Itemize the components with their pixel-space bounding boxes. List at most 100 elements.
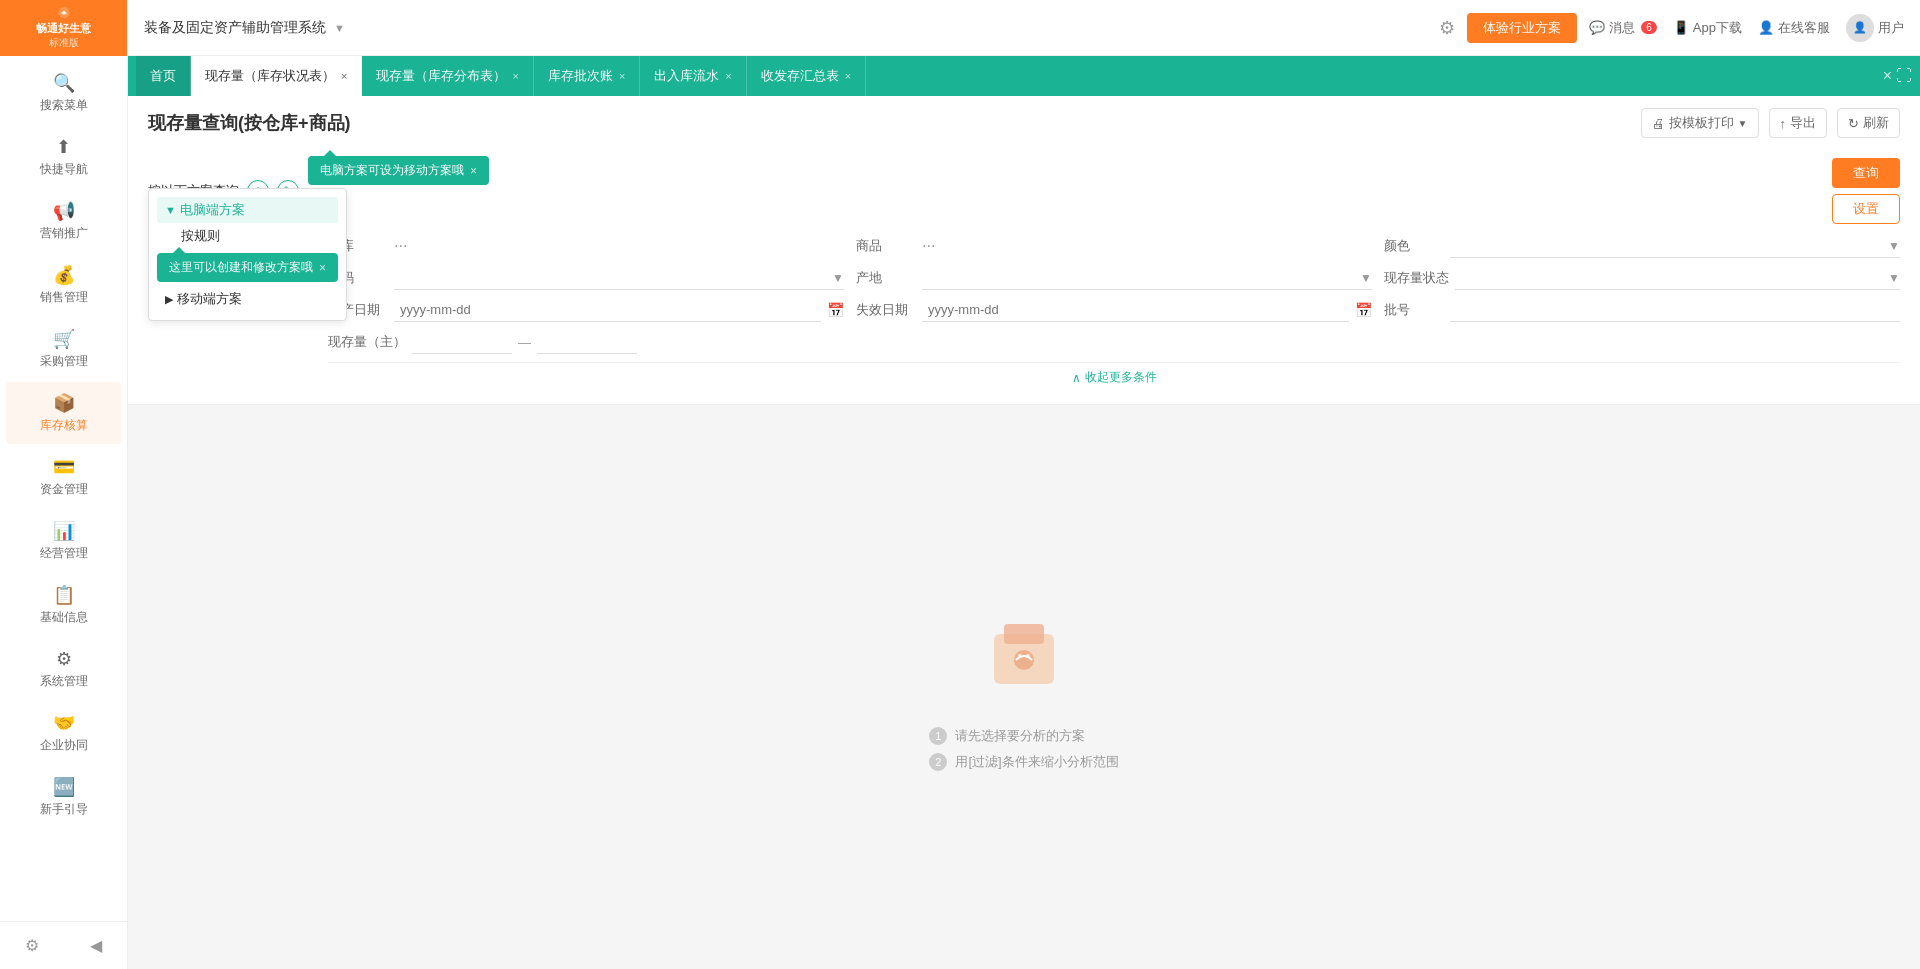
search-menu-icon: 🔍 [53, 72, 75, 94]
sidebar-item-purchase[interactable]: 🛒 采购管理 [6, 318, 121, 380]
sidebar: 畅通好生意 标准版 🔍 搜索菜单 ⬆ 快捷导航 📢 营销推广 💰 销售管理 🛒 … [0, 0, 128, 969]
warehouse-dots[interactable]: ··· [394, 237, 407, 255]
sidebar-item-quick-nav[interactable]: ⬆ 快捷导航 [6, 126, 121, 188]
app-download-item[interactable]: 📱 App下载 [1673, 19, 1742, 37]
tab-close-all-button[interactable]: × [1883, 67, 1892, 85]
sidebar-item-operation[interactable]: 📊 经营管理 [6, 510, 121, 572]
sidebar-item-search-menu[interactable]: 🔍 搜索菜单 [6, 62, 121, 124]
expire-date-start[interactable] [922, 298, 1349, 322]
origin-label: 产地 [856, 269, 916, 287]
print-button[interactable]: 🖨 按模板打印 ▼ [1641, 108, 1759, 138]
expire-date-calendar-icon[interactable]: 📅 [1355, 302, 1372, 318]
user-item[interactable]: 👤 用户 [1846, 14, 1904, 42]
filter-cell-goods: 商品 ··· [856, 237, 1372, 255]
tab-in-out-flow[interactable]: 出入库流水 × [640, 56, 746, 96]
sidebar-item-label: 销售管理 [40, 289, 88, 306]
quantity-range-dash: — [518, 335, 531, 350]
filter-cell-produce-date: 生产日期 📅 [328, 298, 844, 322]
sidebar-bottom: ⚙ ◀ [0, 921, 127, 969]
tab-batch-account-label: 库存批次账 [548, 67, 613, 85]
produce-date-calendar-icon[interactable]: 📅 [827, 302, 844, 318]
tab-batch-account-close[interactable]: × [619, 70, 625, 82]
svg-point-6 [1026, 654, 1030, 658]
tabbar: 首页 现存量（库存状况表） × 现存量（库存分布表） × 库存批次账 × 出入库… [128, 56, 1920, 96]
refresh-button[interactable]: ↻ 刷新 [1837, 108, 1900, 138]
tab-receive-summary-close[interactable]: × [845, 70, 851, 82]
empty-illustration [974, 604, 1074, 707]
tab-in-out-flow-label: 出入库流水 [654, 67, 719, 85]
scheme-desktop-sub-item[interactable]: 按规则 [173, 223, 338, 249]
tab-inventory-status-close[interactable]: × [341, 70, 347, 82]
tab-fullscreen-button[interactable]: ⛶ [1896, 67, 1912, 85]
size-input[interactable] [394, 266, 844, 290]
sidebar-item-sales[interactable]: 💰 销售管理 [6, 254, 121, 316]
filter-cell-origin: 产地 ▼ [856, 266, 1372, 290]
inventory-icon: 📦 [53, 392, 75, 414]
logo-icon [48, 6, 80, 19]
empty-tip-2: 2 用[过滤]条件来缩小分析范围 [929, 753, 1118, 771]
collapse-sidebar-button[interactable]: ◀ [86, 932, 106, 959]
tooltip-scheme-mobile: 电脑方案可设为移动方案哦 × [308, 156, 489, 185]
status-input[interactable] [1455, 266, 1900, 290]
system-icon: ⚙ [56, 648, 72, 670]
tab-receive-summary[interactable]: 收发存汇总表 × [747, 56, 866, 96]
sidebar-item-inventory[interactable]: 📦 库存核算 [6, 382, 121, 444]
collapse-filter-button[interactable]: ∧ 收起更多条件 [328, 362, 1900, 392]
tab-inventory-dist[interactable]: 现存量（库存分布表） × [362, 56, 533, 96]
tooltip-scheme-mobile-close[interactable]: × [470, 164, 477, 178]
logo-subtitle: 标准版 [49, 36, 79, 50]
tab-home[interactable]: 首页 [136, 56, 191, 96]
scheme-mobile-label: 移动端方案 [177, 290, 242, 308]
solution-button[interactable]: 体验行业方案 [1467, 13, 1577, 43]
filter-cell-batch: 批号 [1384, 298, 1900, 322]
online-support-item[interactable]: 👤 在线客服 [1758, 19, 1830, 37]
sidebar-item-enterprise[interactable]: 🤝 企业协同 [6, 702, 121, 764]
tooltip-scheme-create: 这里可以创建和修改方案哦 × [157, 253, 338, 282]
color-input[interactable] [1450, 234, 1900, 258]
topbar-right: 💬 消息 6 📱 App下载 👤 在线客服 👤 用户 [1589, 14, 1904, 42]
tab-batch-account[interactable]: 库存批次账 × [534, 56, 640, 96]
goods-dots[interactable]: ··· [922, 237, 935, 255]
sidebar-item-label: 营销推广 [40, 225, 88, 242]
sidebar-item-marketing[interactable]: 📢 营销推广 [6, 190, 121, 252]
tip-num-1: 1 [929, 727, 947, 745]
batch-input[interactable] [1450, 298, 1900, 322]
enterprise-icon: 🤝 [53, 712, 75, 734]
scheme-mobile-item[interactable]: ▶ 移动端方案 [157, 286, 338, 312]
page-actions: 🖨 按模板打印 ▼ ↑ 导出 ↻ 刷新 [1641, 108, 1900, 138]
sidebar-item-system[interactable]: ⚙ 系统管理 [6, 638, 121, 700]
color-label: 颜色 [1384, 237, 1444, 255]
filter-cell-status: 现存量状态 ▼ [1384, 266, 1900, 290]
user-avatar-initial: 👤 [1853, 21, 1867, 34]
export-icon: ↑ [1780, 116, 1787, 131]
search-button[interactable]: 查询 [1832, 158, 1900, 188]
sidebar-item-label: 新手引导 [40, 801, 88, 818]
empty-tip-1: 1 请先选择要分析的方案 [929, 727, 1118, 745]
sidebar-nav: 🔍 搜索菜单 ⬆ 快捷导航 📢 营销推广 💰 销售管理 🛒 采购管理 📦 库存核… [0, 56, 127, 921]
tab-inventory-status-label: 现存量（库存状况表） [205, 67, 335, 85]
export-button[interactable]: ↑ 导出 [1769, 108, 1828, 138]
logo-title: 畅通好生意 [36, 21, 91, 36]
produce-date-start[interactable] [394, 298, 821, 322]
reset-button[interactable]: 设置 [1832, 194, 1900, 224]
settings-icon[interactable]: ⚙ [1439, 17, 1455, 39]
sidebar-item-guide[interactable]: 🆕 新手引导 [6, 766, 121, 828]
tab-receive-summary-label: 收发存汇总表 [761, 67, 839, 85]
sidebar-item-finance[interactable]: 💳 资金管理 [6, 446, 121, 508]
quantity-label: 现存量（主） [328, 333, 406, 351]
scheme-desktop-item[interactable]: ▼ 电脑端方案 [157, 197, 338, 223]
print-dropdown-icon: ▼ [1738, 118, 1748, 129]
user-avatar: 👤 [1846, 14, 1874, 42]
quantity-min-input[interactable] [412, 330, 512, 354]
tooltip-scheme-create-close[interactable]: × [319, 261, 326, 275]
tab-in-out-flow-close[interactable]: × [725, 70, 731, 82]
settings-bottom-button[interactable]: ⚙ [21, 932, 43, 959]
page-title: 现存量查询(按仓库+商品) [148, 111, 351, 135]
origin-input[interactable] [922, 266, 1372, 290]
sidebar-item-basic[interactable]: 📋 基础信息 [6, 574, 121, 636]
tab-inventory-status[interactable]: 现存量（库存状况表） × [191, 56, 362, 96]
message-icon: 💬 [1589, 20, 1605, 35]
quantity-max-input[interactable] [537, 330, 637, 354]
message-item[interactable]: 💬 消息 6 [1589, 19, 1657, 37]
tab-inventory-dist-close[interactable]: × [512, 70, 518, 82]
